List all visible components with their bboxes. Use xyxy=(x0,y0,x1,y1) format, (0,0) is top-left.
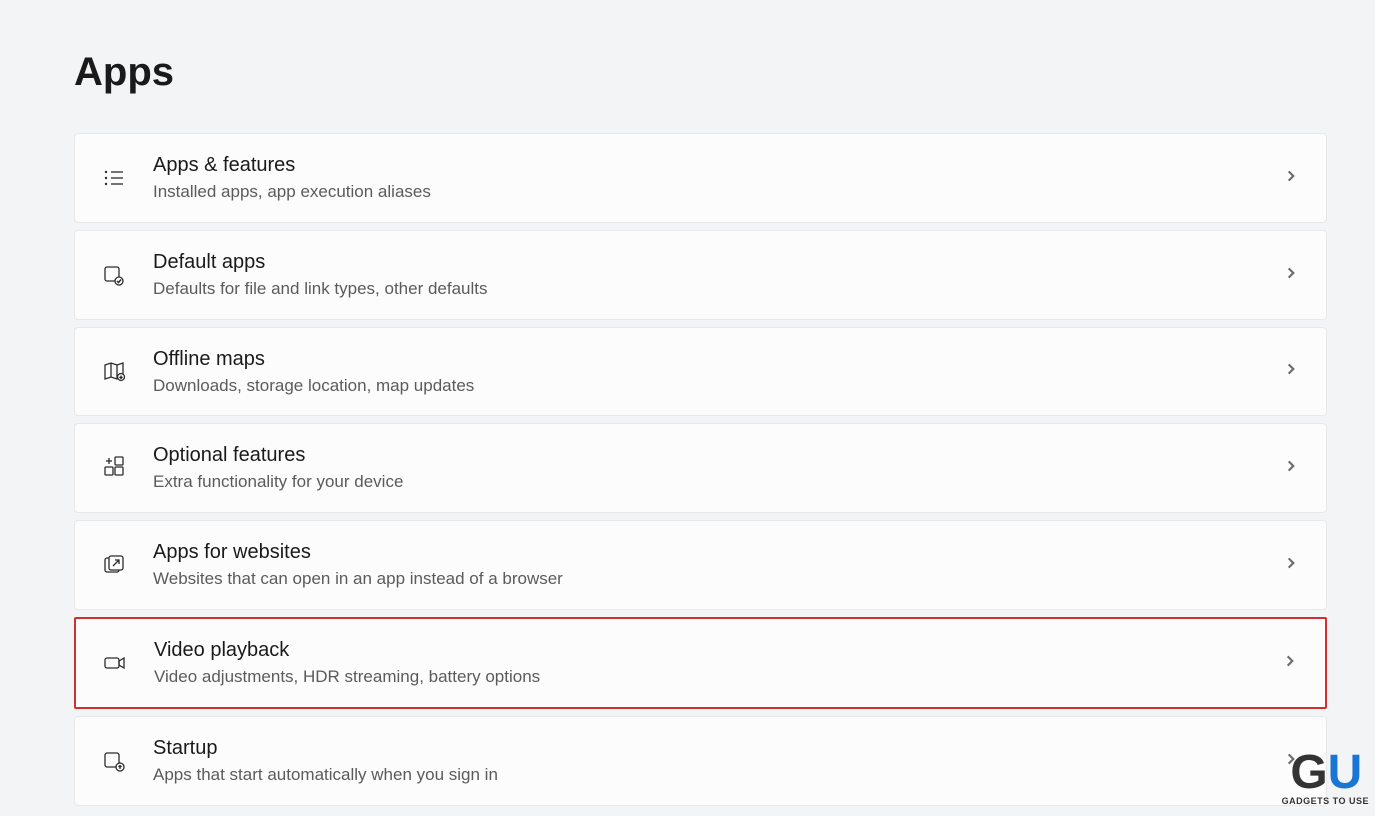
chevron-right-icon xyxy=(1284,362,1302,380)
setting-desc: Downloads, storage location, map updates xyxy=(153,374,1284,398)
watermark-g: G xyxy=(1290,753,1325,794)
setting-optional-features[interactable]: Optional features Extra functionality fo… xyxy=(74,423,1327,513)
chevron-right-icon xyxy=(1283,654,1301,672)
settings-list: Apps & features Installed apps, app exec… xyxy=(74,133,1327,806)
optional-features-icon xyxy=(101,455,127,481)
setting-desc: Websites that can open in an app instead… xyxy=(153,567,1284,591)
setting-title: Offline maps xyxy=(153,346,1284,372)
setting-startup[interactable]: Startup Apps that start automatically wh… xyxy=(74,716,1327,806)
apps-websites-icon xyxy=(101,552,127,578)
setting-title: Startup xyxy=(153,735,1284,761)
setting-video-playback[interactable]: Video playback Video adjustments, HDR st… xyxy=(74,617,1327,709)
map-icon xyxy=(101,358,127,384)
watermark-logo: G U GADGETS TO USE xyxy=(1282,753,1369,806)
setting-title: Apps for websites xyxy=(153,539,1284,565)
setting-desc: Video adjustments, HDR streaming, batter… xyxy=(154,665,1283,689)
watermark-text: GADGETS TO USE xyxy=(1282,796,1369,806)
setting-desc: Extra functionality for your device xyxy=(153,470,1284,494)
chevron-right-icon xyxy=(1284,459,1302,477)
startup-icon xyxy=(101,748,127,774)
page-title: Apps xyxy=(74,50,1327,95)
chevron-right-icon xyxy=(1284,169,1302,187)
setting-title: Optional features xyxy=(153,442,1284,468)
setting-apps-features[interactable]: Apps & features Installed apps, app exec… xyxy=(74,133,1327,223)
watermark-u: U xyxy=(1328,753,1361,794)
setting-offline-maps[interactable]: Offline maps Downloads, storage location… xyxy=(74,327,1327,417)
setting-apps-websites[interactable]: Apps for websites Websites that can open… xyxy=(74,520,1327,610)
setting-default-apps[interactable]: Default apps Defaults for file and link … xyxy=(74,230,1327,320)
setting-title: Apps & features xyxy=(153,152,1284,178)
setting-desc: Apps that start automatically when you s… xyxy=(153,763,1284,787)
apps-list-icon xyxy=(101,165,127,191)
setting-title: Default apps xyxy=(153,249,1284,275)
chevron-right-icon xyxy=(1284,266,1302,284)
setting-desc: Installed apps, app execution aliases xyxy=(153,180,1284,204)
setting-desc: Defaults for file and link types, other … xyxy=(153,277,1284,301)
video-icon xyxy=(102,650,128,676)
setting-title: Video playback xyxy=(154,637,1283,663)
default-apps-icon xyxy=(101,262,127,288)
chevron-right-icon xyxy=(1284,556,1302,574)
